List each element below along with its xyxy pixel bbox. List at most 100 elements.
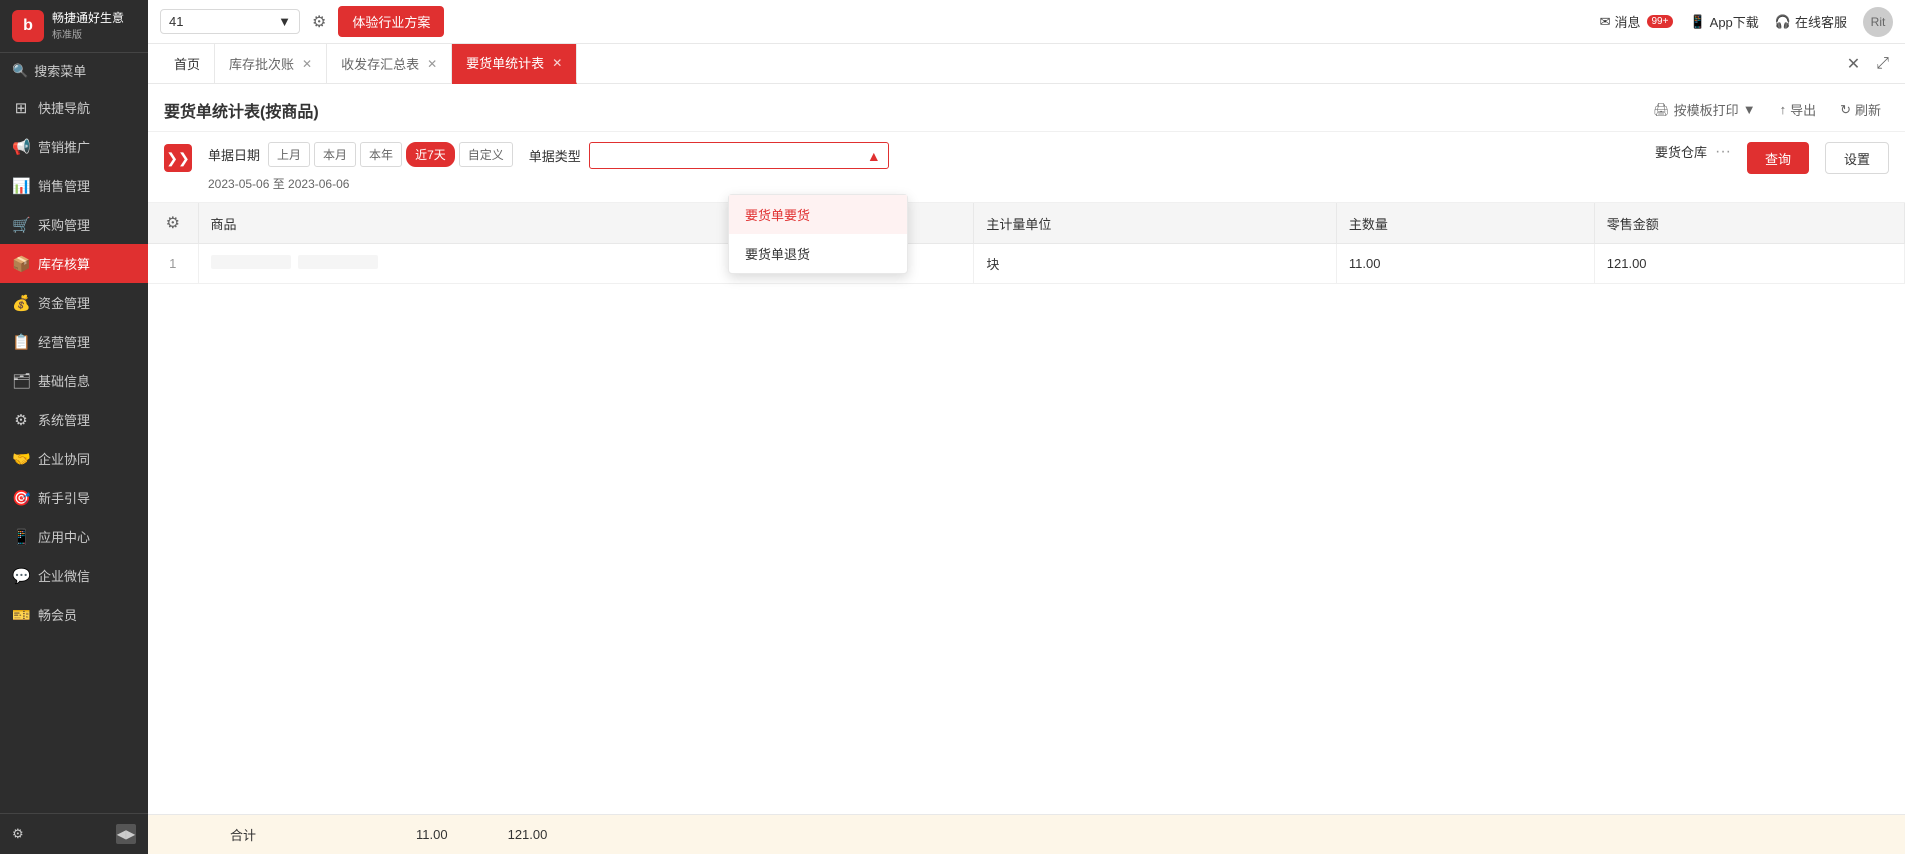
- trial-btn[interactable]: 体验行业方案: [338, 6, 444, 37]
- th-settings: ⚙: [148, 203, 198, 244]
- message-icon: ✉: [1600, 14, 1611, 30]
- finance-icon: 💰: [12, 294, 30, 312]
- sidebar-item-wechat[interactable]: 💬 企业微信: [0, 556, 148, 595]
- filter-warehouse-group: 要货仓库 ···: [1655, 142, 1731, 161]
- custom-date-btn[interactable]: 自定义: [459, 142, 513, 167]
- sidebar-item-finance[interactable]: 💰 资金管理: [0, 283, 148, 322]
- sidebar-item-label: 基础信息: [38, 371, 90, 390]
- close-all-tabs-btn[interactable]: ✕: [1843, 50, 1864, 78]
- sidebar-item-base-info[interactable]: 🗂 基础信息: [0, 361, 148, 400]
- td-index: 1: [148, 244, 198, 284]
- this-year-btn[interactable]: 本年: [360, 142, 402, 167]
- refresh-btn[interactable]: ↻ 刷新: [1832, 96, 1889, 123]
- header-settings-icon[interactable]: ⚙: [312, 12, 326, 32]
- tab-close-requisition[interactable]: ✕: [552, 56, 562, 70]
- td-unit: 块: [974, 244, 1337, 284]
- inventory-icon: 📦: [12, 255, 30, 273]
- this-month-btn[interactable]: 本月: [314, 142, 356, 167]
- system-icon: ⚙: [12, 411, 30, 429]
- filter-expand-btn[interactable]: ❯❯: [164, 144, 192, 172]
- expand-icon: ❯❯: [166, 150, 189, 167]
- print-btn[interactable]: 🖨 按模板打印 ▼: [1645, 96, 1763, 123]
- tab-batch-account[interactable]: 库存批次账 ✕: [215, 44, 327, 84]
- table-footer: 合计 11.00 121.00: [148, 814, 1905, 854]
- phone-icon: 📱: [1689, 14, 1705, 30]
- print-dropdown-icon: ▼: [1743, 102, 1756, 117]
- sidebar-item-vip[interactable]: 🎫 畅会员: [0, 595, 148, 634]
- tab-close-batch[interactable]: ✕: [302, 57, 312, 71]
- message-label: 消息: [1614, 12, 1640, 31]
- sidebar-item-enterprise[interactable]: 🤝 企业协同: [0, 439, 148, 478]
- message-btn[interactable]: ✉ 消息 99+: [1600, 12, 1674, 31]
- sidebar-item-label: 销售管理: [38, 176, 90, 195]
- export-btn[interactable]: ↑ 导出: [1772, 96, 1825, 123]
- warehouse-dots-btn[interactable]: ···: [1715, 143, 1731, 161]
- tab-requisition-label: 要货单统计表: [466, 53, 544, 72]
- tab-close-shipment[interactable]: ✕: [427, 57, 437, 71]
- type-input[interactable]: [589, 142, 889, 169]
- dropdown-item-requisition-return[interactable]: 要货单退货: [729, 234, 907, 273]
- tab-shipment-label: 收发存汇总表: [341, 54, 419, 73]
- expand-tabs-btn[interactable]: ⤢: [1872, 51, 1893, 77]
- sidebar-item-label: 资金管理: [38, 293, 90, 312]
- th-quantity: 主数量: [1336, 203, 1594, 244]
- table-wrap: ⚙ 商品 主计量单位 主数量 零售金额 1: [148, 203, 1905, 814]
- app-center-icon: 📱: [12, 528, 30, 546]
- sidebar-collapse-btn[interactable]: ◀▶: [116, 824, 136, 844]
- headset-icon: 🎧: [1775, 14, 1791, 30]
- tab-home[interactable]: 首页: [160, 44, 215, 84]
- page-inner: 要货单统计表(按商品) 🖨 按模板打印 ▼ ↑ 导出 ↻ 刷新: [148, 84, 1905, 854]
- sidebar-item-purchase[interactable]: 🛒 采购管理: [0, 205, 148, 244]
- settings-icon[interactable]: ⚙: [12, 826, 24, 842]
- type-chevron-up-icon[interactable]: ▲: [867, 148, 881, 164]
- store-dropdown-icon: ▼: [278, 14, 291, 29]
- quick-nav-icon: ⊞: [12, 99, 30, 117]
- page-content: 要货单统计表(按商品) 🖨 按模板打印 ▼ ↑ 导出 ↻ 刷新: [148, 84, 1905, 854]
- refresh-icon: ↻: [1840, 102, 1851, 118]
- product-placeholder2: [298, 255, 378, 269]
- service-btn[interactable]: 🎧 在线客服: [1775, 12, 1847, 31]
- tab-bar: 首页 库存批次账 ✕ 收发存汇总表 ✕ 要货单统计表 ✕ ✕ ⤢: [148, 44, 1905, 84]
- filter-type-group: 单据类型 ▲: [529, 142, 1639, 169]
- prev-month-btn[interactable]: 上月: [268, 142, 310, 167]
- sidebar-item-sales[interactable]: 📊 销售管理: [0, 166, 148, 205]
- service-label: 在线客服: [1795, 12, 1847, 31]
- sidebar-search[interactable]: 🔍 搜索菜单: [0, 53, 148, 88]
- enterprise-icon: 🤝: [12, 450, 30, 468]
- footer-amount: 121.00: [508, 827, 548, 842]
- dropdown-item-requisition-order[interactable]: 要货单要货: [729, 195, 907, 234]
- last-7-days-btn[interactable]: 近7天: [406, 142, 455, 167]
- query-btn[interactable]: 查询: [1747, 142, 1809, 174]
- sidebar-item-operations[interactable]: 📋 经营管理: [0, 322, 148, 361]
- tab-requisition-stats[interactable]: 要货单统计表 ✕: [452, 44, 577, 84]
- td-quantity: 11.00: [1336, 244, 1594, 284]
- store-selector[interactable]: 41 ▼: [160, 9, 300, 34]
- sidebar-item-guide[interactable]: 🎯 新手引导: [0, 478, 148, 517]
- header-right: ✉ 消息 99+ 📱 App下载 🎧 在线客服 Rit: [1600, 7, 1893, 37]
- data-table: ⚙ 商品 主计量单位 主数量 零售金额 1: [148, 203, 1905, 284]
- sidebar-item-label: 库存核算: [38, 254, 90, 273]
- sidebar-item-marketing[interactable]: 📢 营销推广: [0, 127, 148, 166]
- product-placeholder: [211, 255, 291, 269]
- sidebar-item-label: 快捷导航: [38, 98, 90, 117]
- filter-settings-btn[interactable]: 设置: [1825, 142, 1889, 174]
- sidebar-logo: b 畅捷通好生意 标准版: [0, 0, 148, 53]
- sidebar: b 畅捷通好生意 标准版 🔍 搜索菜单 ⊞ 快捷导航 📢 营销推广 📊 销售管理…: [0, 0, 148, 854]
- table-header-row: ⚙ 商品 主计量单位 主数量 零售金额: [148, 203, 1905, 244]
- top-header: 41 ▼ ⚙ 体验行业方案 ✉ 消息 99+ 📱 App下载 🎧 在线客服 Ri…: [148, 0, 1905, 44]
- marketing-icon: 📢: [12, 138, 30, 156]
- sidebar-item-app-center[interactable]: 📱 应用中心: [0, 517, 148, 556]
- sidebar-item-system[interactable]: ⚙ 系统管理: [0, 400, 148, 439]
- tab-shipment-summary[interactable]: 收发存汇总表 ✕: [327, 44, 452, 84]
- date-label: 单据日期: [208, 145, 260, 164]
- refresh-label: 刷新: [1855, 100, 1881, 119]
- user-avatar[interactable]: Rit: [1863, 7, 1893, 37]
- column-settings-icon[interactable]: ⚙: [166, 215, 180, 232]
- sidebar-item-inventory[interactable]: 📦 库存核算: [0, 244, 148, 283]
- search-label: 搜索菜单: [34, 61, 86, 80]
- store-name: 41: [169, 14, 183, 29]
- app-version: 标准版: [52, 26, 124, 41]
- sidebar-item-quick-nav[interactable]: ⊞ 快捷导航: [0, 88, 148, 127]
- export-icon: ↑: [1780, 102, 1787, 117]
- app-download-btn[interactable]: 📱 App下载: [1689, 12, 1758, 31]
